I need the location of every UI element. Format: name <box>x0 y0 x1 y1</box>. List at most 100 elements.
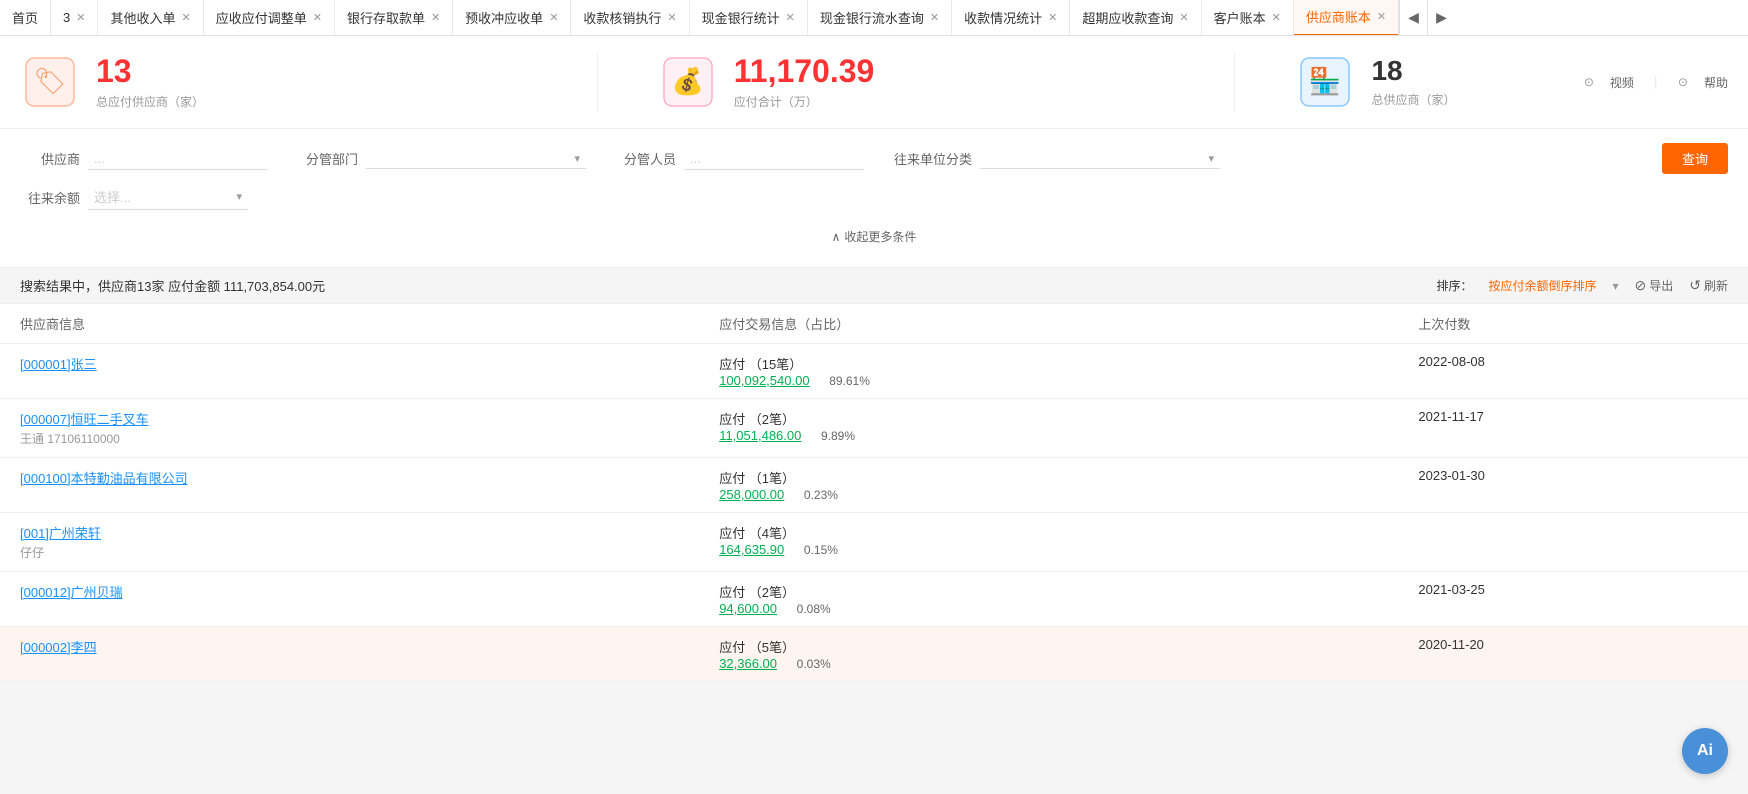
table-header-row: 供应商信息 应付交易信息（占比） 上次付数 <box>0 304 1748 344</box>
supplier-filter-label: 供应商 <box>20 149 80 168</box>
nav-tab-cash-bank-stats[interactable]: 现金银行统计 ✕ <box>690 0 808 36</box>
supplier-name-link[interactable]: [000002]李四 <box>20 637 679 656</box>
balance-filter-label: 往来余额 <box>20 188 80 207</box>
tx-info-cell: 应付 （2笔） 94,600.00 0.08% <box>699 572 1398 627</box>
tx-amount-link[interactable]: 164,635.90 <box>719 542 784 557</box>
nav-tab-overdue-query[interactable]: 超期应收款查询 ✕ <box>1070 0 1201 36</box>
amount-icon-svg: 💰 <box>660 54 716 110</box>
person-input[interactable] <box>684 148 864 170</box>
th-tx-info: 应付交易信息（占比） <box>699 304 1398 344</box>
supplier-name-link[interactable]: [000007]恒旺二手叉车 <box>20 409 679 428</box>
circle-icon2: ⊙ <box>1678 75 1688 89</box>
payable-suppliers-label: 总应付供应商（家） <box>96 93 204 110</box>
tx-amount-row: 11,051,486.00 9.89% <box>719 428 1378 443</box>
table-row: [000001]张三 应付 （15笔） 100,092,540.00 89.61… <box>0 344 1748 399</box>
last-pay-cell: 2021-11-17 <box>1398 399 1748 458</box>
close-icon[interactable]: ✕ <box>181 11 190 24</box>
tx-info-cell: 应付 （4笔） 164,635.90 0.15% <box>699 513 1398 572</box>
th-last-pay: 上次付数 <box>1398 304 1748 344</box>
summary-text-all: 18 总供应商（家） <box>1371 56 1455 108</box>
sort-select[interactable]: 按应付余额倒序排序 <box>1488 277 1596 294</box>
close-icon[interactable]: ✕ <box>313 11 322 24</box>
supplier-icon-svg: 🏷 <box>22 54 78 110</box>
tx-amount-link[interactable]: 100,092,540.00 <box>719 373 809 388</box>
tx-amount-row: 100,092,540.00 89.61% <box>719 373 1378 388</box>
supplier-name-link[interactable]: [000100]本特勤油品有限公司 <box>20 468 679 487</box>
close-icon[interactable]: ✕ <box>1272 11 1281 24</box>
close-icon[interactable]: ✕ <box>786 11 795 24</box>
supplier-input[interactable] <box>88 148 268 170</box>
tx-type: 应付 （15笔） <box>719 357 802 372</box>
close-icon[interactable]: ✕ <box>1377 10 1386 23</box>
nav-tab-customer-book[interactable]: 客户账本 ✕ <box>1202 0 1294 36</box>
nav-tab-collection-stats-label: 收款情况统计 <box>964 8 1042 27</box>
close-icon[interactable]: ✕ <box>667 11 676 24</box>
export-icon: ⊘ <box>1635 277 1647 294</box>
nav-tab-supplier-book[interactable]: 供应商账本 ✕ <box>1294 0 1399 36</box>
nav-prev-arrow[interactable]: ◀ <box>1399 0 1427 36</box>
close-icon[interactable]: ✕ <box>1179 11 1188 24</box>
dept-select[interactable]: ▾ <box>366 149 586 169</box>
refresh-button[interactable]: ↺ 刷新 <box>1689 277 1728 294</box>
tx-amount-link[interactable]: 11,051,486.00 <box>719 428 801 443</box>
tx-pct-value: 0.23% <box>804 488 838 502</box>
tx-info-cell: 应付 （15笔） 100,092,540.00 89.61% <box>699 344 1398 399</box>
nav-tab-3-label: 3 <box>63 10 70 25</box>
tx-amount-row: 164,635.90 0.15% <box>719 542 1378 557</box>
category-filter-label: 往来单位分类 <box>894 149 972 168</box>
all-suppliers-num: 18 <box>1371 56 1455 87</box>
all-suppliers-label: 总供应商（家） <box>1371 91 1455 108</box>
tx-amount-link[interactable]: 32,366.00 <box>719 656 777 671</box>
last-pay-date: 2023-01-30 <box>1418 468 1485 483</box>
total-amount-label: 应付合计（万） <box>734 93 875 110</box>
balance-select[interactable]: 选择... ▾ <box>88 184 248 210</box>
last-pay-cell: 2022-08-08 <box>1398 344 1748 399</box>
chevron-down-icon: ▾ <box>1612 279 1618 293</box>
nav-tab-bank-deposit[interactable]: 银行存取款单 ✕ <box>335 0 453 36</box>
close-icon[interactable]: ✕ <box>76 11 85 24</box>
summary-right-info: ⊙ 视频 ｜ ⊙ 帮助 <box>1584 74 1728 91</box>
svg-text:🏷: 🏷 <box>33 66 66 96</box>
supplier-info-cell: [000100]本特勤油品有限公司 <box>0 458 699 513</box>
tx-detail: 应付 （1笔） <box>719 468 1378 487</box>
close-icon[interactable]: ✕ <box>930 11 939 24</box>
query-button[interactable]: 查询 <box>1662 143 1728 174</box>
nav-tab-pre-receive[interactable]: 预收冲应收单 ✕ <box>453 0 571 36</box>
collapse-button[interactable]: ∧ 收起更多条件 <box>20 224 1728 249</box>
query-btn-wrapper: 查询 <box>1662 143 1728 174</box>
tx-amount-link[interactable]: 94,600.00 <box>719 601 777 616</box>
tx-info-cell: 应付 （1笔） 258,000.00 0.23% <box>699 458 1398 513</box>
nav-next-arrow[interactable]: ▶ <box>1427 0 1455 36</box>
table-row: [000002]李四 应付 （5笔） 32,366.00 0.03% 2020-… <box>0 627 1748 682</box>
close-icon[interactable]: ✕ <box>549 11 558 24</box>
result-actions: 排序： 按应付余额倒序排序 ▾ ⊘ 导出 ↺ 刷新 <box>1436 277 1728 294</box>
nav-tab-other-income[interactable]: 其他收入单 ✕ <box>98 0 203 36</box>
export-button[interactable]: ⊘ 导出 <box>1635 277 1674 294</box>
nav-tab-collection-exec[interactable]: 收款核销执行 ✕ <box>571 0 689 36</box>
video-link[interactable]: 视频 <box>1610 74 1634 91</box>
close-icon[interactable]: ✕ <box>431 11 440 24</box>
last-pay-cell <box>1398 513 1748 572</box>
supplier-name-link[interactable]: [000012]广州贝瑞 <box>20 582 679 601</box>
nav-tab-home[interactable]: 首页 <box>0 0 51 36</box>
collapse-area: ∧ 收起更多条件 <box>20 220 1728 257</box>
store-icon: 🏪 <box>1295 52 1355 112</box>
nav-tab-cash-flow-query-label: 现金银行流水查询 <box>820 8 924 27</box>
supplier-name-link[interactable]: [001]广州荣轩 <box>20 523 679 542</box>
category-select[interactable]: ▾ <box>980 149 1220 169</box>
tx-amount-link[interactable]: 258,000.00 <box>719 487 784 502</box>
last-pay-cell: 2020-11-20 <box>1398 627 1748 682</box>
nav-tab-cash-bank-stats-label: 现金银行统计 <box>702 8 780 27</box>
tx-amount-row: 32,366.00 0.03% <box>719 656 1378 671</box>
ai-badge[interactable]: Ai <box>1682 728 1728 774</box>
nav-tab-cash-flow-query[interactable]: 现金银行流水查询 ✕ <box>808 0 952 36</box>
supplier-name-link[interactable]: [000001]张三 <box>20 354 679 373</box>
refresh-label: 刷新 <box>1704 277 1728 294</box>
nav-tab-collection-stats[interactable]: 收款情况统计 ✕ <box>952 0 1070 36</box>
help-link[interactable]: 帮助 <box>1704 74 1728 91</box>
summary-card-all-suppliers: 🏪 18 总供应商（家） <box>1234 52 1583 112</box>
close-icon[interactable]: ✕ <box>1048 11 1057 24</box>
nav-tab-ar-ap-adjust[interactable]: 应收应付调整单 ✕ <box>204 0 335 36</box>
nav-tab-3[interactable]: 3 ✕ <box>51 0 98 36</box>
summary-bar: 🏷 13 总应付供应商（家） 💰 11,170.39 应付合计（万） 🏪 <box>0 36 1748 129</box>
